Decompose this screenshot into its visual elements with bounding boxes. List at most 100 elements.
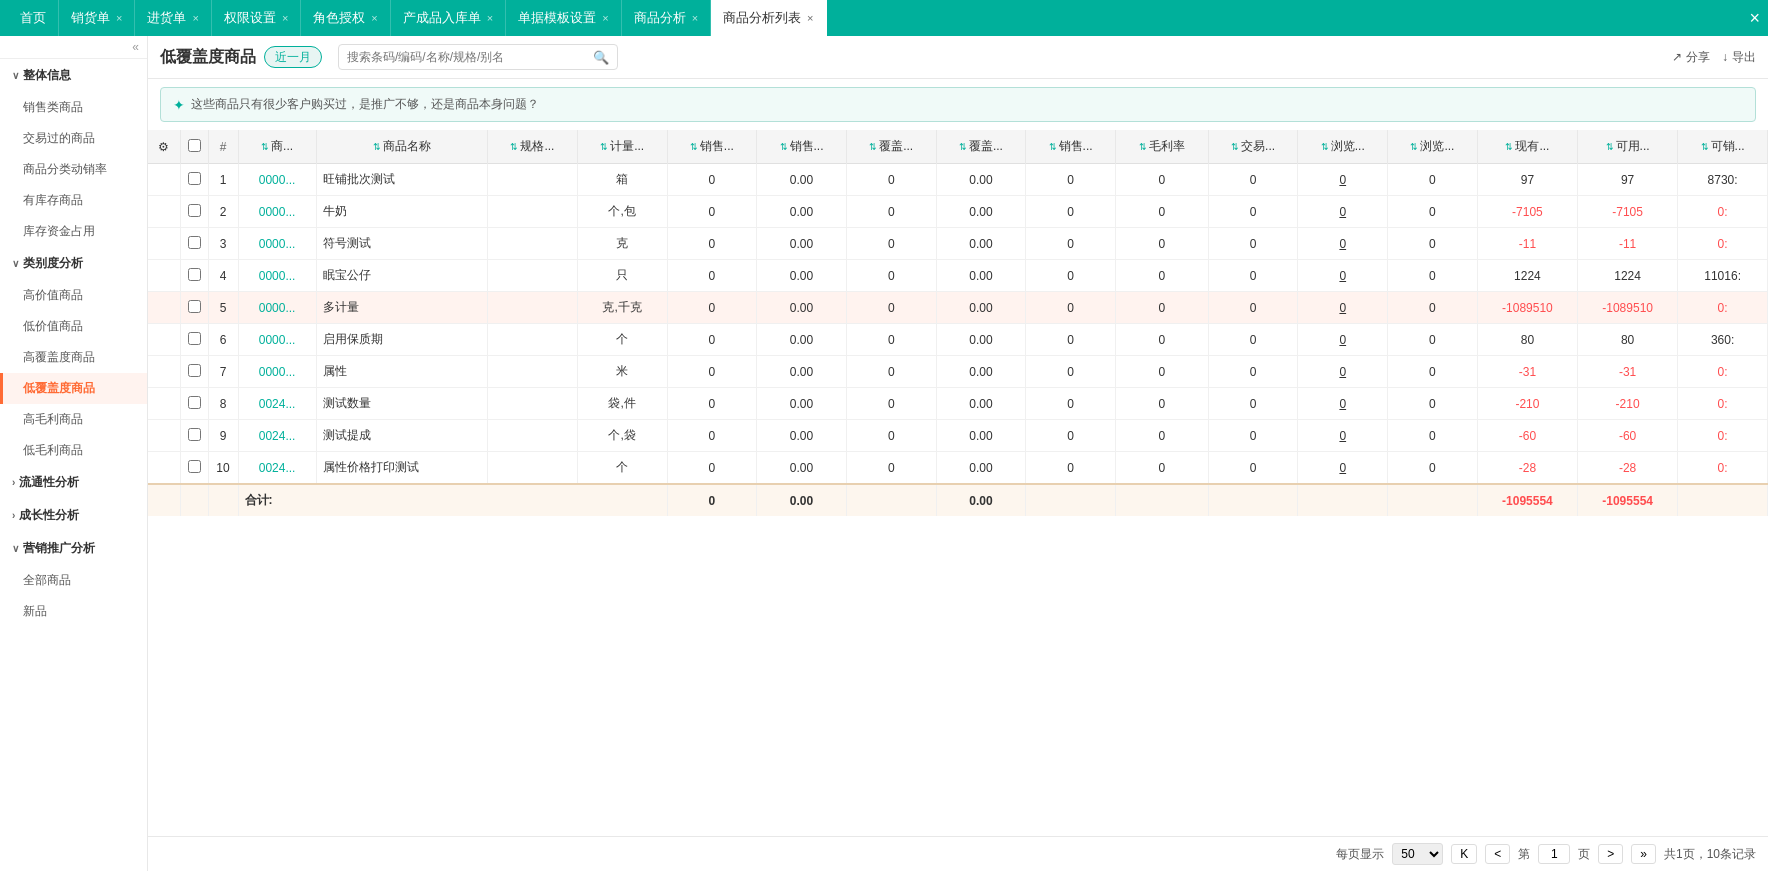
nav-tab-role-close[interactable]: ×: [371, 12, 377, 24]
sidebar-collapse-button[interactable]: «: [0, 36, 147, 59]
th-unit[interactable]: ⇅计量...: [577, 130, 667, 164]
nav-tab-template[interactable]: 单据模板设置 ×: [506, 0, 621, 36]
nav-tab-product[interactable]: 产成品入库单 ×: [391, 0, 506, 36]
sidebar-item-low-margin[interactable]: 低毛利商品: [0, 435, 147, 466]
sidebar-item-high-value[interactable]: 高价值商品: [0, 280, 147, 311]
nav-tab-perm[interactable]: 权限设置 ×: [212, 0, 301, 36]
th-gear[interactable]: ⚙: [148, 130, 180, 164]
nav-tab-analysis-close[interactable]: ×: [692, 12, 698, 24]
cell-sales-qty: 0: [667, 260, 757, 292]
nav-tab-purchase-close[interactable]: ×: [192, 12, 198, 24]
th-view2[interactable]: ⇅浏览...: [1388, 130, 1478, 164]
cell-gear[interactable]: [148, 228, 180, 260]
th-sellable[interactable]: ⇅可销...: [1678, 130, 1768, 164]
sidebar-item-low-value[interactable]: 低价值商品: [0, 311, 147, 342]
window-close-button[interactable]: ×: [1749, 9, 1760, 27]
sidebar-item-category-rate[interactable]: 商品分类动销率: [0, 154, 147, 185]
cell-view1[interactable]: 0: [1298, 228, 1388, 260]
cell-gear[interactable]: [148, 292, 180, 324]
th-gross[interactable]: ⇅毛利率: [1115, 130, 1208, 164]
nav-tab-purchase[interactable]: 进货单 ×: [135, 0, 211, 36]
sidebar-item-high-coverage[interactable]: 高覆盖度商品: [0, 342, 147, 373]
page-size-select[interactable]: 50 100 200: [1392, 843, 1443, 865]
cell-gear[interactable]: [148, 420, 180, 452]
nav-tab-home[interactable]: 首页: [8, 0, 59, 36]
row-checkbox-8[interactable]: [188, 428, 201, 441]
th-cover2[interactable]: ⇅覆盖...: [936, 130, 1026, 164]
th-trade[interactable]: ⇅交易...: [1208, 130, 1298, 164]
first-page-button[interactable]: K: [1451, 844, 1477, 864]
sidebar-item-stocked[interactable]: 有库存商品: [0, 185, 147, 216]
nav-tab-perm-close[interactable]: ×: [282, 12, 288, 24]
select-all-checkbox[interactable]: [188, 139, 201, 152]
th-spec[interactable]: ⇅规格...: [488, 130, 578, 164]
cell-spec: [488, 388, 578, 420]
th-sales-num[interactable]: ⇅销售...: [1026, 130, 1116, 164]
row-checkbox-3[interactable]: [188, 268, 201, 281]
sidebar-item-capital[interactable]: 库存资金占用: [0, 216, 147, 247]
cell-view1[interactable]: 0: [1298, 356, 1388, 388]
th-available[interactable]: ⇅可用...: [1578, 130, 1678, 164]
th-sales-amt[interactable]: ⇅销售...: [757, 130, 847, 164]
share-button[interactable]: ↗ 分享: [1672, 49, 1710, 66]
nav-tab-analysis-list-close[interactable]: ×: [807, 12, 813, 24]
last-page-button[interactable]: »: [1631, 844, 1656, 864]
cell-view1[interactable]: 0: [1298, 196, 1388, 228]
cell-num: 7: [208, 356, 238, 388]
sidebar-section-marketing[interactable]: ∨ 营销推广分析: [0, 532, 147, 565]
row-checkbox-7[interactable]: [188, 396, 201, 409]
sidebar-section-flow[interactable]: › 流通性分析: [0, 466, 147, 499]
th-current[interactable]: ⇅现有...: [1477, 130, 1577, 164]
nav-tab-product-close[interactable]: ×: [487, 12, 493, 24]
cell-gear[interactable]: [148, 164, 180, 196]
nav-tab-sales-close[interactable]: ×: [116, 12, 122, 24]
cell-sales-qty: 0: [667, 228, 757, 260]
cell-gear[interactable]: [148, 356, 180, 388]
sidebar-item-sales-goods[interactable]: 销售类商品: [0, 92, 147, 123]
row-checkbox-1[interactable]: [188, 204, 201, 217]
sidebar-section-overview[interactable]: ∨ 整体信息: [0, 59, 147, 92]
sidebar-item-low-coverage[interactable]: 低覆盖度商品: [0, 373, 147, 404]
cell-view1[interactable]: 0: [1298, 452, 1388, 485]
cell-gear[interactable]: [148, 196, 180, 228]
sidebar-item-all-goods[interactable]: 全部商品: [0, 565, 147, 596]
search-icon[interactable]: 🔍: [593, 50, 609, 65]
nav-tab-analysis-list[interactable]: 商品分析列表 ×: [711, 0, 826, 36]
th-code[interactable]: ⇅商...: [238, 130, 316, 164]
nav-tab-template-close[interactable]: ×: [602, 12, 608, 24]
row-checkbox-4[interactable]: [188, 300, 201, 313]
nav-tab-role[interactable]: 角色授权 ×: [301, 0, 390, 36]
th-view1[interactable]: ⇅浏览...: [1298, 130, 1388, 164]
next-page-button[interactable]: >: [1598, 844, 1623, 864]
search-input[interactable]: [347, 50, 593, 64]
row-checkbox-5[interactable]: [188, 332, 201, 345]
filter-btn-last-month[interactable]: 近一月: [264, 46, 322, 68]
cell-gear[interactable]: [148, 260, 180, 292]
cell-gear[interactable]: [148, 452, 180, 485]
cell-view1[interactable]: 0: [1298, 260, 1388, 292]
export-button[interactable]: ↓ 导出: [1722, 49, 1756, 66]
row-checkbox-0[interactable]: [188, 172, 201, 185]
page-number-input[interactable]: [1538, 844, 1570, 864]
cell-gear[interactable]: [148, 324, 180, 356]
row-checkbox-2[interactable]: [188, 236, 201, 249]
sidebar-item-high-margin[interactable]: 高毛利商品: [0, 404, 147, 435]
cell-view1[interactable]: 0: [1298, 420, 1388, 452]
cell-gear[interactable]: [148, 388, 180, 420]
th-sales-qty[interactable]: ⇅销售...: [667, 130, 757, 164]
sidebar-section-growth[interactable]: › 成长性分析: [0, 499, 147, 532]
sidebar-item-new-goods[interactable]: 新品: [0, 596, 147, 627]
sidebar-section-category[interactable]: ∨ 类别度分析: [0, 247, 147, 280]
row-checkbox-9[interactable]: [188, 460, 201, 473]
cell-view1[interactable]: 0: [1298, 388, 1388, 420]
cell-view1[interactable]: 0: [1298, 324, 1388, 356]
th-cover1[interactable]: ⇅覆盖...: [846, 130, 936, 164]
nav-tab-analysis[interactable]: 商品分析 ×: [622, 0, 711, 36]
cell-view1[interactable]: 0: [1298, 292, 1388, 324]
sidebar-item-traded-goods[interactable]: 交易过的商品: [0, 123, 147, 154]
nav-tab-sales[interactable]: 销货单 ×: [59, 0, 135, 36]
cell-view1[interactable]: 0: [1298, 164, 1388, 196]
prev-page-button[interactable]: <: [1485, 844, 1510, 864]
th-name[interactable]: ⇅商品名称: [316, 130, 487, 164]
row-checkbox-6[interactable]: [188, 364, 201, 377]
